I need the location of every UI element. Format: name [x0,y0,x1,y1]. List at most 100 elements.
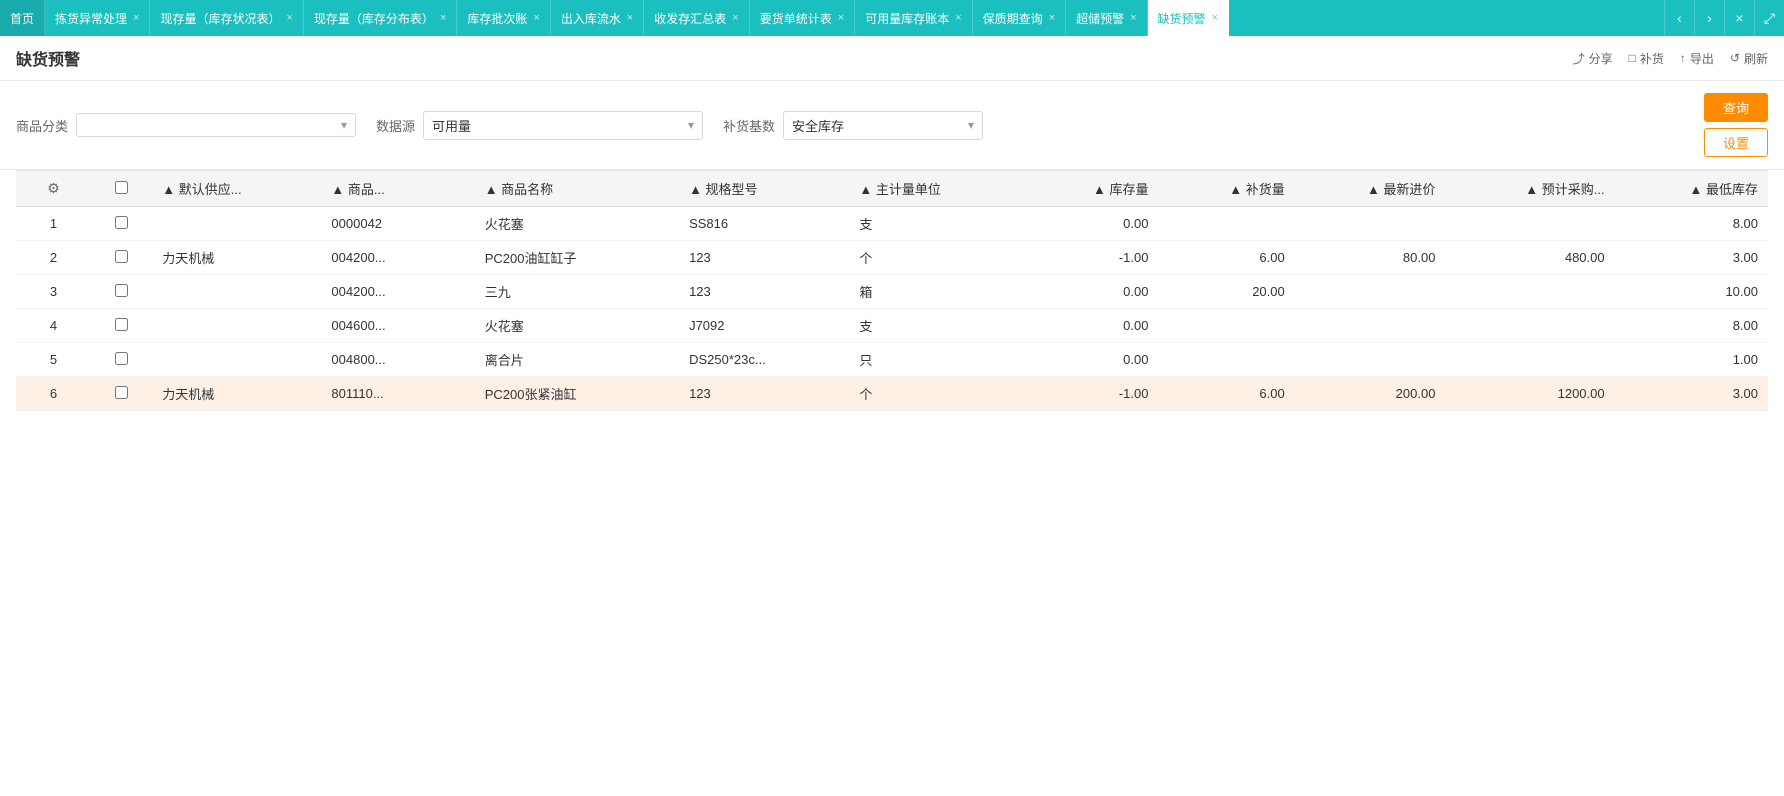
nav-tab-expiry[interactable]: 保质期查询 × [973,0,1066,36]
replenish-base-select[interactable]: 安全库存 ▾ [783,111,983,140]
row-index: 3 [16,275,91,309]
row-latest-price: 80.00 [1295,241,1446,275]
row-stock: 0.00 [1022,275,1158,309]
row-forecast [1445,275,1614,309]
row-min-stock: 8.00 [1615,309,1768,343]
row-min-stock: 10.00 [1615,275,1768,309]
replenish-base-label: 补货基数 [723,116,775,135]
gear-icon[interactable]: ⚙ [47,180,60,196]
nav-prev-button[interactable]: ‹ [1664,0,1694,36]
share-button[interactable]: ⤴ 分享 [1573,50,1613,67]
close-tab-batch[interactable]: × [533,12,539,24]
query-button[interactable]: 查询 [1704,93,1768,122]
row-checkbox[interactable] [115,352,128,365]
datasource-select[interactable]: 可用量 ▾ [423,111,703,140]
replenish-base-arrow-icon: ▾ [968,118,974,132]
refresh-button[interactable]: ↺ 刷新 [1730,50,1768,67]
close-tab-summary[interactable]: × [732,12,738,24]
row-checkbox[interactable] [115,216,128,229]
row-spec: 123 [679,275,849,309]
row-name: PC200油缸缸子 [475,241,679,275]
replenish-button[interactable]: □ 补货 [1629,50,1664,67]
th-min-stock[interactable]: ▲ 最低库存 [1615,171,1768,207]
close-tab-stock-dist[interactable]: × [440,12,446,24]
row-checkbox[interactable] [115,284,128,297]
nav-tab-requisition[interactable]: 要货单统计表 × [750,0,855,36]
row-forecast: 1200.00 [1445,377,1614,411]
row-supplier [152,343,321,377]
replenish-base-filter-group: 补货基数 安全库存 ▾ [723,111,983,140]
row-unit: 支 [849,309,1022,343]
nav-tab-stock-status[interactable]: 现存量（库存状况表） × [150,0,303,36]
th-supplier[interactable]: ▲ 默认供应... [152,171,321,207]
main-content: 缺货预警 ⤴ 分享 □ 补货 ↑ 导出 ↺ 刷新 商品分类 [0,36,1784,796]
row-stock: 0.00 [1022,309,1158,343]
close-tab-available[interactable]: × [955,12,961,24]
th-latest-price[interactable]: ▲ 最新进价 [1295,171,1446,207]
row-code: 004200... [321,241,474,275]
row-min-stock: 8.00 [1615,207,1768,241]
nav-tab-summary[interactable]: 收发存汇总表 × [644,0,749,36]
row-checkbox[interactable] [115,250,128,263]
nav-tab-picking[interactable]: 拣货异常处理 × [45,0,150,36]
category-arrow-icon: ▾ [341,118,347,132]
row-index: 5 [16,343,91,377]
data-table: ⚙ ▲ 默认供应... ▲ 商品... ▲ 商品名称 ▲ [16,170,1768,411]
th-stock[interactable]: ▲ 库存量 [1022,171,1158,207]
row-replenish [1158,309,1294,343]
datasource-filter-group: 数据源 可用量 ▾ [376,111,703,140]
category-select[interactable]: ▾ [76,113,356,137]
close-tab-requisition[interactable]: × [838,12,844,24]
th-gear[interactable]: ⚙ [16,171,91,207]
nav-tab-batch[interactable]: 库存批次账 × [457,0,550,36]
close-tab-stock-status[interactable]: × [286,12,292,24]
nav-close-button[interactable]: × [1724,0,1754,36]
row-forecast: 480.00 [1445,241,1614,275]
nav-tab-flow[interactable]: 出入库流水 × [551,0,644,36]
table-row: 1 0000042 火花塞 SS816 支 0.00 8.00 [16,207,1768,241]
row-latest-price [1295,309,1446,343]
nav-tab-shortage[interactable]: 缺货预警 × [1148,0,1229,36]
close-tab-overstock[interactable]: × [1130,12,1136,24]
th-spec[interactable]: ▲ 规格型号 [679,171,849,207]
row-code: 0000042 [321,207,474,241]
nav-next-button[interactable]: › [1694,0,1724,36]
close-tab-expiry[interactable]: × [1049,12,1055,24]
nav-tab-overstock[interactable]: 超储预警 × [1066,0,1147,36]
nav-tab-stock-dist[interactable]: 现存量（库存分布表） × [304,0,457,36]
row-unit: 支 [849,207,1022,241]
close-tab-picking[interactable]: × [133,12,139,24]
row-stock: 0.00 [1022,343,1158,377]
nav-tab-home[interactable]: 首页 [0,0,45,36]
close-tab-shortage[interactable]: × [1212,12,1218,24]
th-checkbox [91,171,152,207]
th-forecast[interactable]: ▲ 预计采购... [1445,171,1614,207]
nav-expand-button[interactable]: ⤢ [1754,0,1784,36]
row-supplier: 力天机械 [152,241,321,275]
table-header-row: ⚙ ▲ 默认供应... ▲ 商品... ▲ 商品名称 ▲ [16,171,1768,207]
settings-button[interactable]: 设置 [1704,128,1768,157]
th-code[interactable]: ▲ 商品... [321,171,474,207]
th-name[interactable]: ▲ 商品名称 [475,171,679,207]
close-tab-flow[interactable]: × [627,12,633,24]
row-checkbox[interactable] [115,318,128,331]
row-forecast [1445,309,1614,343]
filter-actions: 查询 设置 [1704,93,1768,157]
th-unit[interactable]: ▲ 主计量单位 [849,171,1022,207]
row-replenish [1158,343,1294,377]
nav-tab-available[interactable]: 可用量库存账本 × [855,0,972,36]
row-supplier [152,309,321,343]
row-checkbox-cell [91,343,152,377]
row-latest-price [1295,207,1446,241]
th-replenish[interactable]: ▲ 补货量 [1158,171,1294,207]
datasource-label: 数据源 [376,116,415,135]
export-button[interactable]: ↑ 导出 [1680,50,1714,67]
row-code: 004200... [321,275,474,309]
row-spec: 123 [679,377,849,411]
table-row: 5 004800... 离合片 DS250*23c... 只 0.00 1.00 [16,343,1768,377]
row-supplier [152,207,321,241]
row-replenish [1158,207,1294,241]
select-all-checkbox[interactable] [115,181,128,194]
row-checkbox[interactable] [115,386,128,399]
row-code: 004800... [321,343,474,377]
